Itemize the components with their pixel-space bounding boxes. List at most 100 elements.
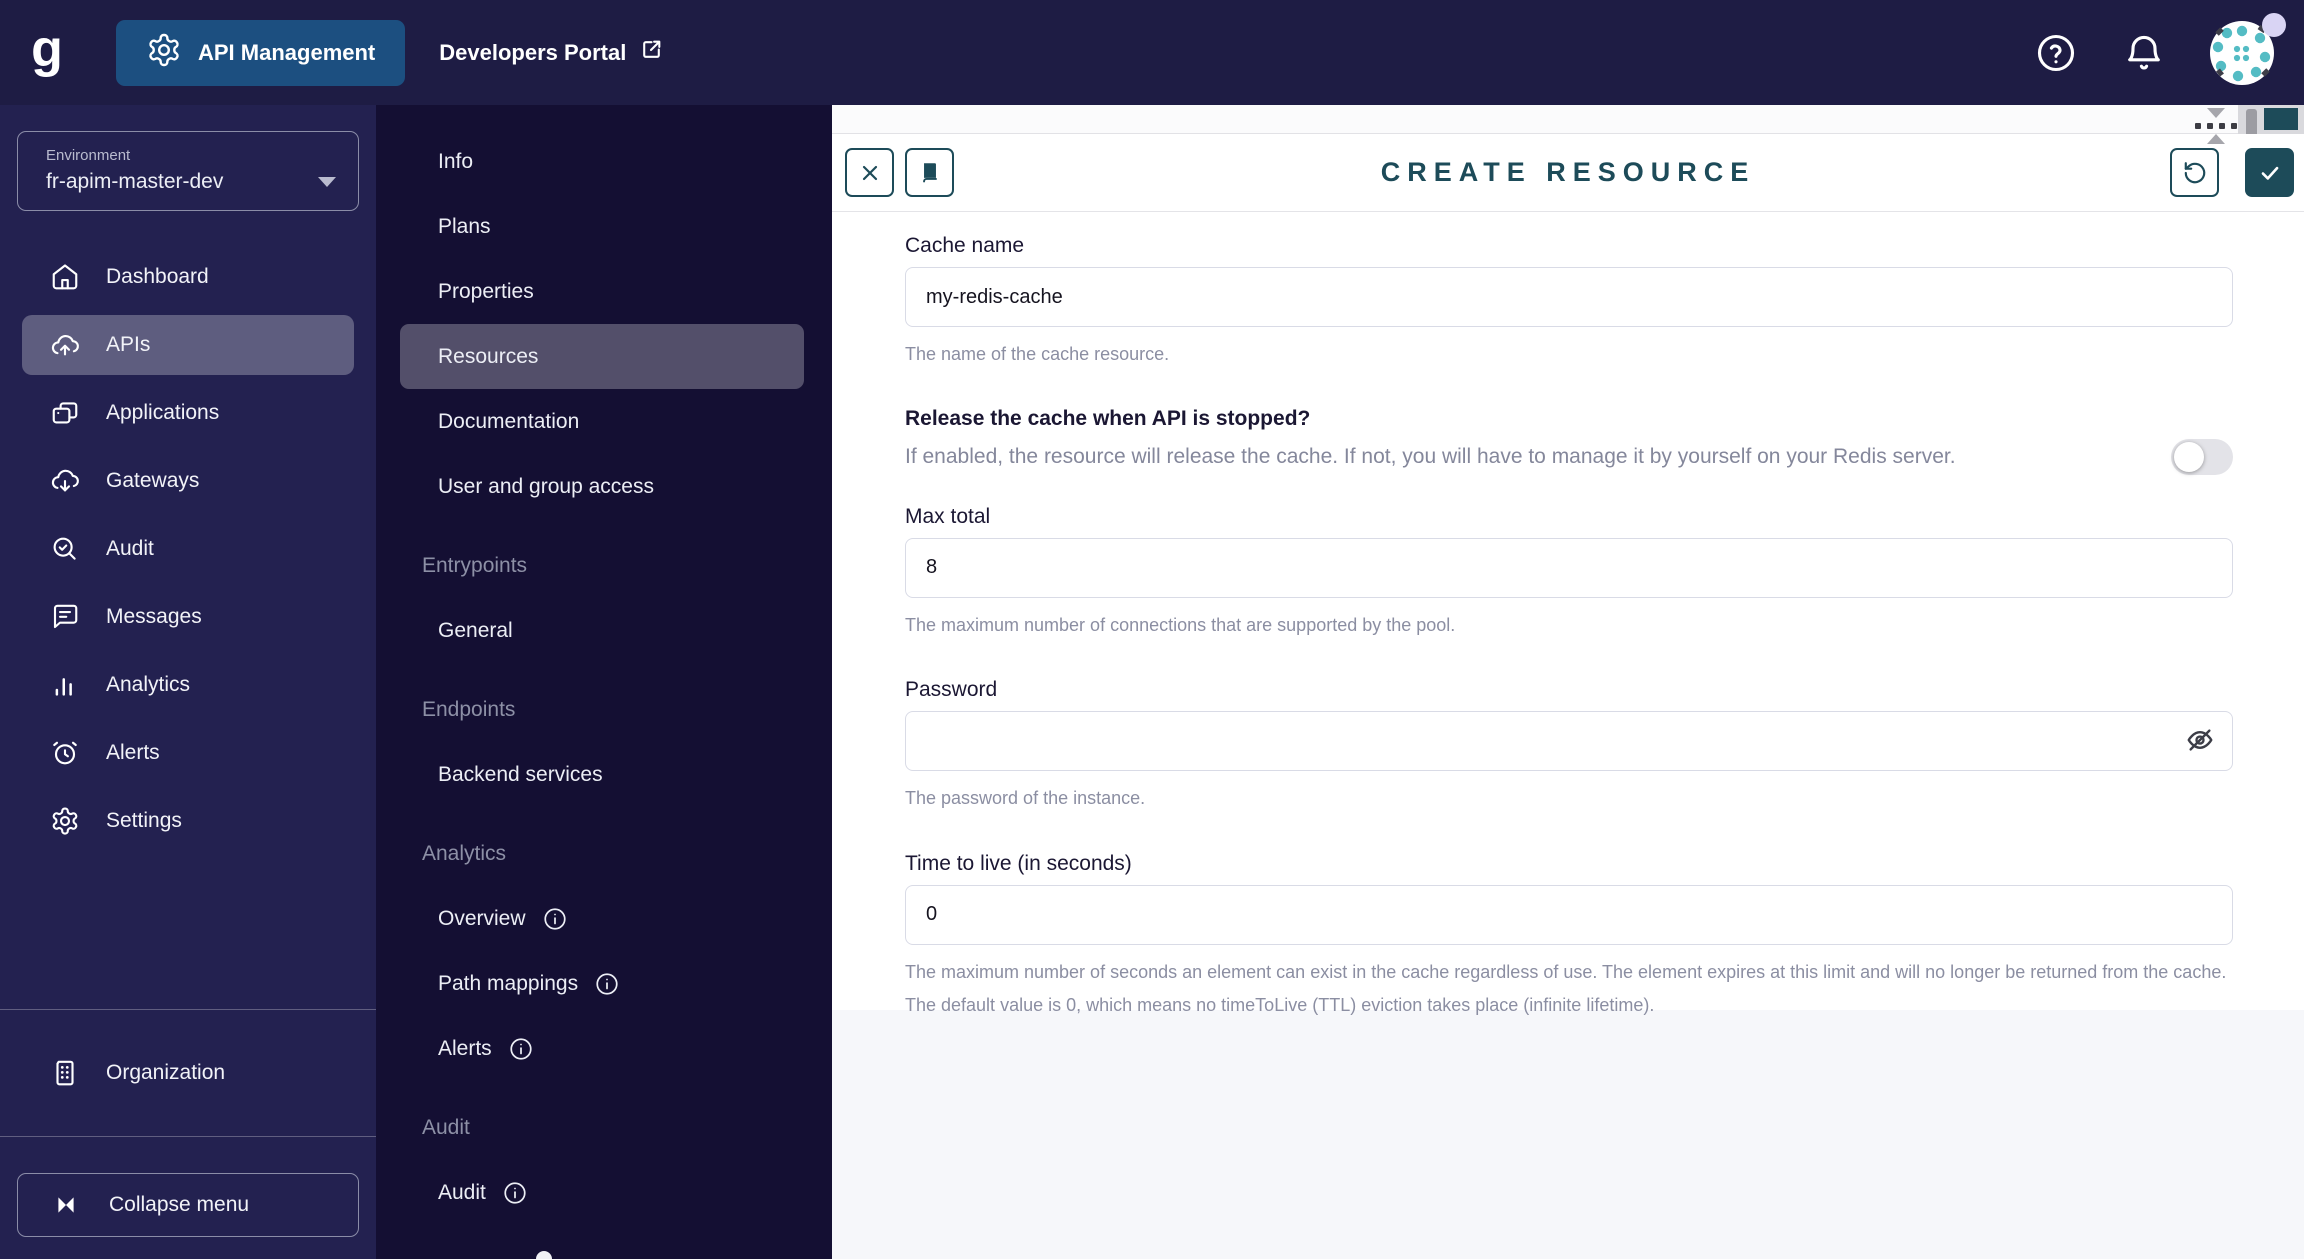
gravitee-logo[interactable]: g xyxy=(0,23,94,79)
triangle-up-icon xyxy=(2207,134,2225,144)
developers-portal-link[interactable]: Developers Portal xyxy=(439,37,664,68)
sidebar-item-applications[interactable]: Applications xyxy=(22,383,354,443)
collapse-menu-label: Collapse menu xyxy=(109,1193,250,1216)
sidebar-item-label: APIs xyxy=(106,333,151,356)
sidebar-item-dashboard[interactable]: Dashboard xyxy=(22,247,354,307)
documentation-button[interactable] xyxy=(905,148,954,197)
subnav-item-user-group-access[interactable]: User and group access xyxy=(400,454,804,519)
help-icon xyxy=(2037,34,2075,71)
sidebar-item-messages[interactable]: Messages xyxy=(22,587,354,647)
password-input[interactable] xyxy=(905,711,2233,772)
subnav-item-alerts[interactable]: Alerts xyxy=(400,1016,804,1081)
release-cache-toggle[interactable] xyxy=(2171,439,2233,476)
subnav-section-analytics: Analytics xyxy=(422,841,507,865)
sidebar-item-organization[interactable]: Organization xyxy=(0,1010,376,1136)
sidebar-item-analytics[interactable]: Analytics xyxy=(22,655,354,715)
bar-chart-icon xyxy=(55,678,72,696)
api-management-button[interactable]: API Management xyxy=(116,19,406,86)
sidebar-item-apis[interactable]: APIs xyxy=(22,315,354,375)
environment-value: fr-apim-master-dev xyxy=(46,170,224,193)
subnav-item-overview[interactable]: Overview xyxy=(400,886,804,951)
cache-name-block: Cache name The name of the cache resourc… xyxy=(905,234,2233,371)
book-icon xyxy=(922,162,937,182)
header-actions xyxy=(2170,148,2294,197)
sidebar-item-alerts[interactable]: Alerts xyxy=(22,723,354,783)
sidebar-item-label: Organization xyxy=(106,1061,226,1084)
sidebar-item-settings[interactable]: Settings xyxy=(22,791,354,851)
resize-handle[interactable] xyxy=(2186,108,2246,144)
release-cache-description: If enabled, the resource will release th… xyxy=(905,445,1956,469)
subnav-item-info[interactable]: Info xyxy=(400,129,804,194)
create-resource-header: CREATE RESOURCE xyxy=(832,134,2304,212)
home-icon xyxy=(52,264,78,290)
toggle-password-visibility-button[interactable] xyxy=(2185,725,2215,758)
max-total-input[interactable] xyxy=(905,537,2233,598)
collapse-icon xyxy=(58,1197,74,1213)
check-icon xyxy=(2261,166,2278,180)
sidebar-item-label: Applications xyxy=(106,401,220,424)
alarm-icon xyxy=(53,741,77,765)
info-icon xyxy=(504,1181,526,1204)
ttl-label: Time to live (in seconds) xyxy=(905,851,1132,875)
subnav-item-documentation[interactable]: Documentation xyxy=(400,389,804,454)
collapse-menu-button[interactable]: Collapse menu xyxy=(17,1173,359,1237)
password-hint: The password of the instance. xyxy=(905,788,1146,809)
ttl-input[interactable] xyxy=(905,884,2233,945)
release-cache-label: Release the cache when API is stopped? xyxy=(905,407,1311,431)
close-icon xyxy=(862,165,877,180)
app-root: g API Management Developers Portal Envir… xyxy=(0,0,2304,1259)
subnav-item-audit[interactable]: Audit xyxy=(400,1160,804,1225)
close-button[interactable] xyxy=(845,148,894,197)
sidebar-item-label: Messages xyxy=(106,605,202,628)
subnav-item-path-mappings[interactable]: Path mappings xyxy=(400,951,804,1016)
content-top-strip xyxy=(832,105,2304,163)
environment-selector[interactable]: Environment fr-apim-master-dev xyxy=(17,131,359,211)
info-icon xyxy=(510,1037,532,1060)
max-total-block: Max total The maximum number of connecti… xyxy=(905,505,2233,642)
password-block: Password The password of the instance. xyxy=(905,678,2233,815)
subnav-item-properties[interactable]: Properties xyxy=(400,259,804,324)
environment-label: Environment xyxy=(46,147,131,164)
subnav-item-plans[interactable]: Plans xyxy=(400,194,804,259)
rotate-ccw-icon xyxy=(2184,161,2205,183)
sidebar-item-gateways[interactable]: Gateways xyxy=(22,451,354,511)
subnav-item-partial xyxy=(536,1251,552,1259)
subnav-section-audit: Audit xyxy=(422,1115,470,1139)
gear-icon xyxy=(52,807,78,835)
save-button[interactable] xyxy=(2245,148,2294,197)
ttl-block: Time to live (in seconds) The maximum nu… xyxy=(905,852,2233,1023)
cloud-download-icon xyxy=(51,469,79,492)
info-icon xyxy=(596,972,618,995)
audit-search-icon xyxy=(53,537,76,560)
applications-icon xyxy=(52,402,78,424)
topbar-actions xyxy=(2034,12,2304,85)
sidebar-item-audit[interactable]: Audit xyxy=(22,519,354,579)
primary-sidebar: Environment fr-apim-master-dev Dashboard… xyxy=(0,105,376,1259)
bell-icon xyxy=(2128,35,2160,69)
user-avatar[interactable] xyxy=(2210,12,2286,85)
help-button[interactable] xyxy=(2034,31,2078,75)
max-total-hint: The maximum number of connections that a… xyxy=(905,614,1456,635)
subnav-item-general[interactable]: General xyxy=(400,598,804,663)
sidebar-item-label: Dashboard xyxy=(106,265,209,288)
sidebar-item-label: Alerts xyxy=(106,741,160,764)
reset-button[interactable] xyxy=(2170,148,2219,197)
ttl-hint: The maximum number of seconds an element… xyxy=(905,961,2227,1015)
sidebar-bottom: Organization Collapse menu xyxy=(0,1009,376,1259)
panel-preview-icon xyxy=(2264,108,2298,130)
subnav-item-resources[interactable]: Resources xyxy=(400,324,804,389)
release-cache-block: Release the cache when API is stopped? I… xyxy=(905,407,2233,476)
sidebar-item-label: Audit xyxy=(106,537,154,560)
building-icon xyxy=(56,1060,74,1086)
page-title: CREATE RESOURCE xyxy=(1380,157,1756,187)
password-label: Password xyxy=(905,678,998,702)
toggle-knob xyxy=(2174,442,2204,473)
max-total-label: Max total xyxy=(905,504,991,528)
cache-name-input[interactable] xyxy=(905,267,2233,327)
info-icon xyxy=(543,907,566,930)
subnav-item-backend-services[interactable]: Backend services xyxy=(400,742,804,807)
notifications-button[interactable] xyxy=(2122,31,2166,75)
cache-name-label: Cache name xyxy=(905,234,1025,257)
eye-off-icon xyxy=(2187,729,2213,751)
create-resource-form: Cache name The name of the cache resourc… xyxy=(832,212,2304,1015)
